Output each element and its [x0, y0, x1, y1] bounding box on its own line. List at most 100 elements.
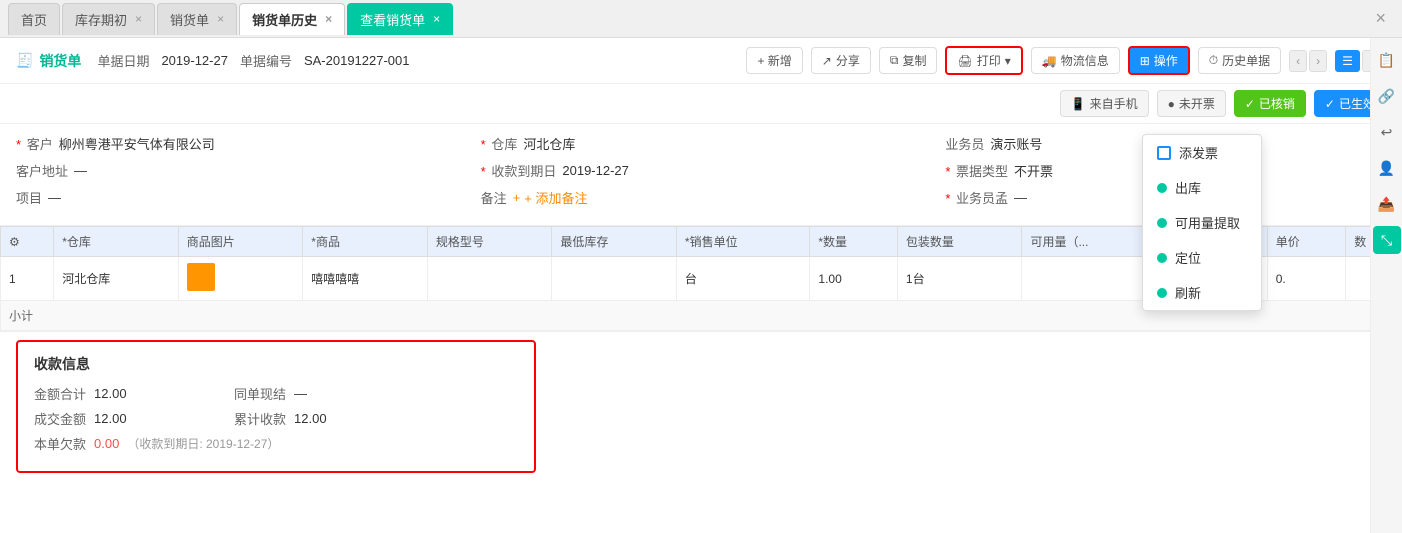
project-label: 项目	[16, 188, 42, 207]
out-stock-icon	[1157, 183, 1167, 193]
tab-home[interactable]: 首页	[8, 3, 60, 35]
owe-label: 本单欠款	[34, 434, 86, 453]
add-invoice-label: 添发票	[1179, 143, 1218, 162]
tab-bar: 首页 库存期初 × 销货单 × 销货单历史 × 查看销货单 × ×	[0, 0, 1402, 38]
add-note-button[interactable]: + + 添加备注	[513, 188, 588, 207]
sidebar-icon-5[interactable]: 📤	[1373, 190, 1401, 218]
settlement-label: 同单现结	[234, 384, 286, 403]
col-img: 商品图片	[178, 227, 303, 257]
copy-button[interactable]: ⧉ 复制	[879, 47, 938, 74]
warehouse-field: * 仓库 河北仓库	[481, 134, 922, 153]
payment-row-2: 成交金额 12.00 累计收款 12.00	[34, 409, 518, 428]
col-unit: *销售单位	[676, 227, 809, 257]
sidebar-icon-6[interactable]: ⤡	[1373, 226, 1401, 254]
tab-view-sales-close[interactable]: ×	[433, 12, 440, 26]
tab-sales-order-label: 销货单	[170, 10, 209, 29]
tab-sales-history-label: 销货单历史	[252, 10, 317, 29]
row-pkg-qty: 1台	[897, 257, 1022, 301]
row-min-stock	[552, 257, 677, 301]
row-price: 0.	[1267, 257, 1346, 301]
project-field: 项目 —	[16, 188, 457, 207]
ops-button[interactable]: ⊞ 操作	[1128, 46, 1190, 75]
history-label: 历史单据	[1222, 52, 1270, 69]
add-note-label: + 添加备注	[524, 188, 587, 207]
tab-sales-order[interactable]: 销货单 ×	[157, 3, 237, 35]
ticket-type-label: * 票据类型	[945, 161, 1008, 180]
history-icon: ⏱	[1209, 53, 1218, 68]
address-label: 客户地址	[16, 161, 68, 180]
staff-label: 业务员	[945, 134, 984, 153]
due-hint: （收款到期日: 2019-12-27）	[127, 435, 279, 452]
note-field: 备注 + + 添加备注	[481, 188, 922, 207]
confirm-icon: ✓	[1245, 97, 1255, 111]
tab-sales-history-close[interactable]: ×	[325, 12, 332, 26]
payment-section: 收款信息 金额合计 12.00 同单现结 — 成交金额 12.00 累计收款 1…	[16, 340, 536, 473]
tab-inventory-init[interactable]: 库存期初 ×	[62, 3, 155, 35]
confirm-button[interactable]: ✓ 已核销	[1234, 90, 1306, 117]
toolbar: + 新增 ↗ 分享 ⧉ 复制 🖨 打印 ▾ 🚚 物流信息 ⊞ 操作	[746, 46, 1386, 75]
history-button[interactable]: ⏱ 历史单据	[1198, 47, 1281, 74]
phone-icon: 📱	[1071, 97, 1086, 111]
row-img	[178, 257, 303, 301]
dropdown-add-invoice[interactable]: 添发票	[1143, 135, 1261, 170]
new-button[interactable]: + 新增	[746, 47, 802, 74]
tab-view-sales[interactable]: 查看销货单 ×	[347, 3, 453, 35]
refresh-icon	[1157, 288, 1167, 298]
payment-title: 收款信息	[34, 354, 518, 374]
sidebar-icon-2[interactable]: 🔗	[1373, 82, 1401, 110]
cumulative-label: 累计收款	[234, 409, 286, 428]
refresh-label: 刷新	[1175, 283, 1201, 302]
print-arrow-icon: ▾	[1005, 54, 1011, 68]
take-qty-label: 可用量提取	[1175, 213, 1240, 232]
row-spec	[427, 257, 552, 301]
row-no: 1	[1, 257, 54, 301]
prev-arrow[interactable]: ‹	[1289, 50, 1307, 72]
ops-dropdown-menu: 添发票 出库 可用量提取 定位 刷新	[1142, 134, 1262, 311]
sales-person-value: —	[1014, 190, 1027, 205]
cumulative-value: 12.00	[294, 411, 327, 426]
dropdown-out-stock[interactable]: 出库	[1143, 170, 1261, 205]
right-sidebar: 📋 🔗 ↩ 👤 📤 ⤡	[1370, 38, 1402, 533]
date-value: 2019-12-27	[161, 53, 228, 68]
due-date-field: * 收款到期日 2019-12-27	[481, 161, 922, 180]
share-button[interactable]: ↗ 分享	[811, 47, 871, 74]
col-settings[interactable]: ⚙	[1, 227, 54, 257]
sidebar-icon-4[interactable]: 👤	[1373, 154, 1401, 182]
customer-label: * 客户	[16, 134, 53, 153]
customer-field: * 客户 柳州粤港平安气体有限公司	[16, 134, 457, 153]
dropdown-take-qty[interactable]: 可用量提取	[1143, 205, 1261, 240]
tab-sales-order-close[interactable]: ×	[217, 12, 224, 26]
tab-sales-history[interactable]: 销货单历史 ×	[239, 3, 345, 35]
add-invoice-icon	[1157, 146, 1171, 160]
no-value: SA-20191227-001	[304, 53, 410, 68]
view-list-button[interactable]: ☰	[1335, 50, 1360, 72]
settlement-field: 同单现结 —	[234, 384, 394, 403]
share-icon: ↗	[822, 54, 832, 68]
doc-title-label: 销货单	[39, 51, 81, 71]
ops-icon: ⊞	[1140, 54, 1150, 68]
no-label: 单据编号	[240, 51, 292, 70]
warehouse-label: * 仓库	[481, 134, 518, 153]
from-phone-button[interactable]: 📱 来自手机	[1060, 90, 1149, 117]
ticket-required: *	[945, 164, 950, 179]
col-qty: *数量	[810, 227, 898, 257]
sidebar-icon-3[interactable]: ↩	[1373, 118, 1401, 146]
dropdown-refresh[interactable]: 刷新	[1143, 275, 1261, 310]
transaction-label: 成交金额	[34, 409, 86, 428]
address-field: 客户地址 —	[16, 161, 457, 180]
col-min-stock: 最低库存	[552, 227, 677, 257]
not-open-button[interactable]: ● 未开票	[1157, 90, 1226, 117]
window-close-button[interactable]: ×	[1367, 8, 1394, 29]
total-value: 12.00	[94, 386, 127, 401]
not-open-label: 未开票	[1179, 95, 1215, 112]
print-label: 打印	[977, 52, 1001, 69]
print-button[interactable]: 🖨 打印 ▾	[945, 46, 1022, 75]
doc-title-area: 🧾 销货单	[16, 51, 81, 71]
sidebar-icon-1[interactable]: 📋	[1373, 46, 1401, 74]
tab-inventory-init-close[interactable]: ×	[135, 12, 142, 26]
transaction-field: 成交金额 12.00	[34, 409, 194, 428]
col-product: *商品	[303, 227, 428, 257]
logistics-button[interactable]: 🚚 物流信息	[1031, 47, 1120, 74]
next-arrow[interactable]: ›	[1309, 50, 1327, 72]
dropdown-locate[interactable]: 定位	[1143, 240, 1261, 275]
